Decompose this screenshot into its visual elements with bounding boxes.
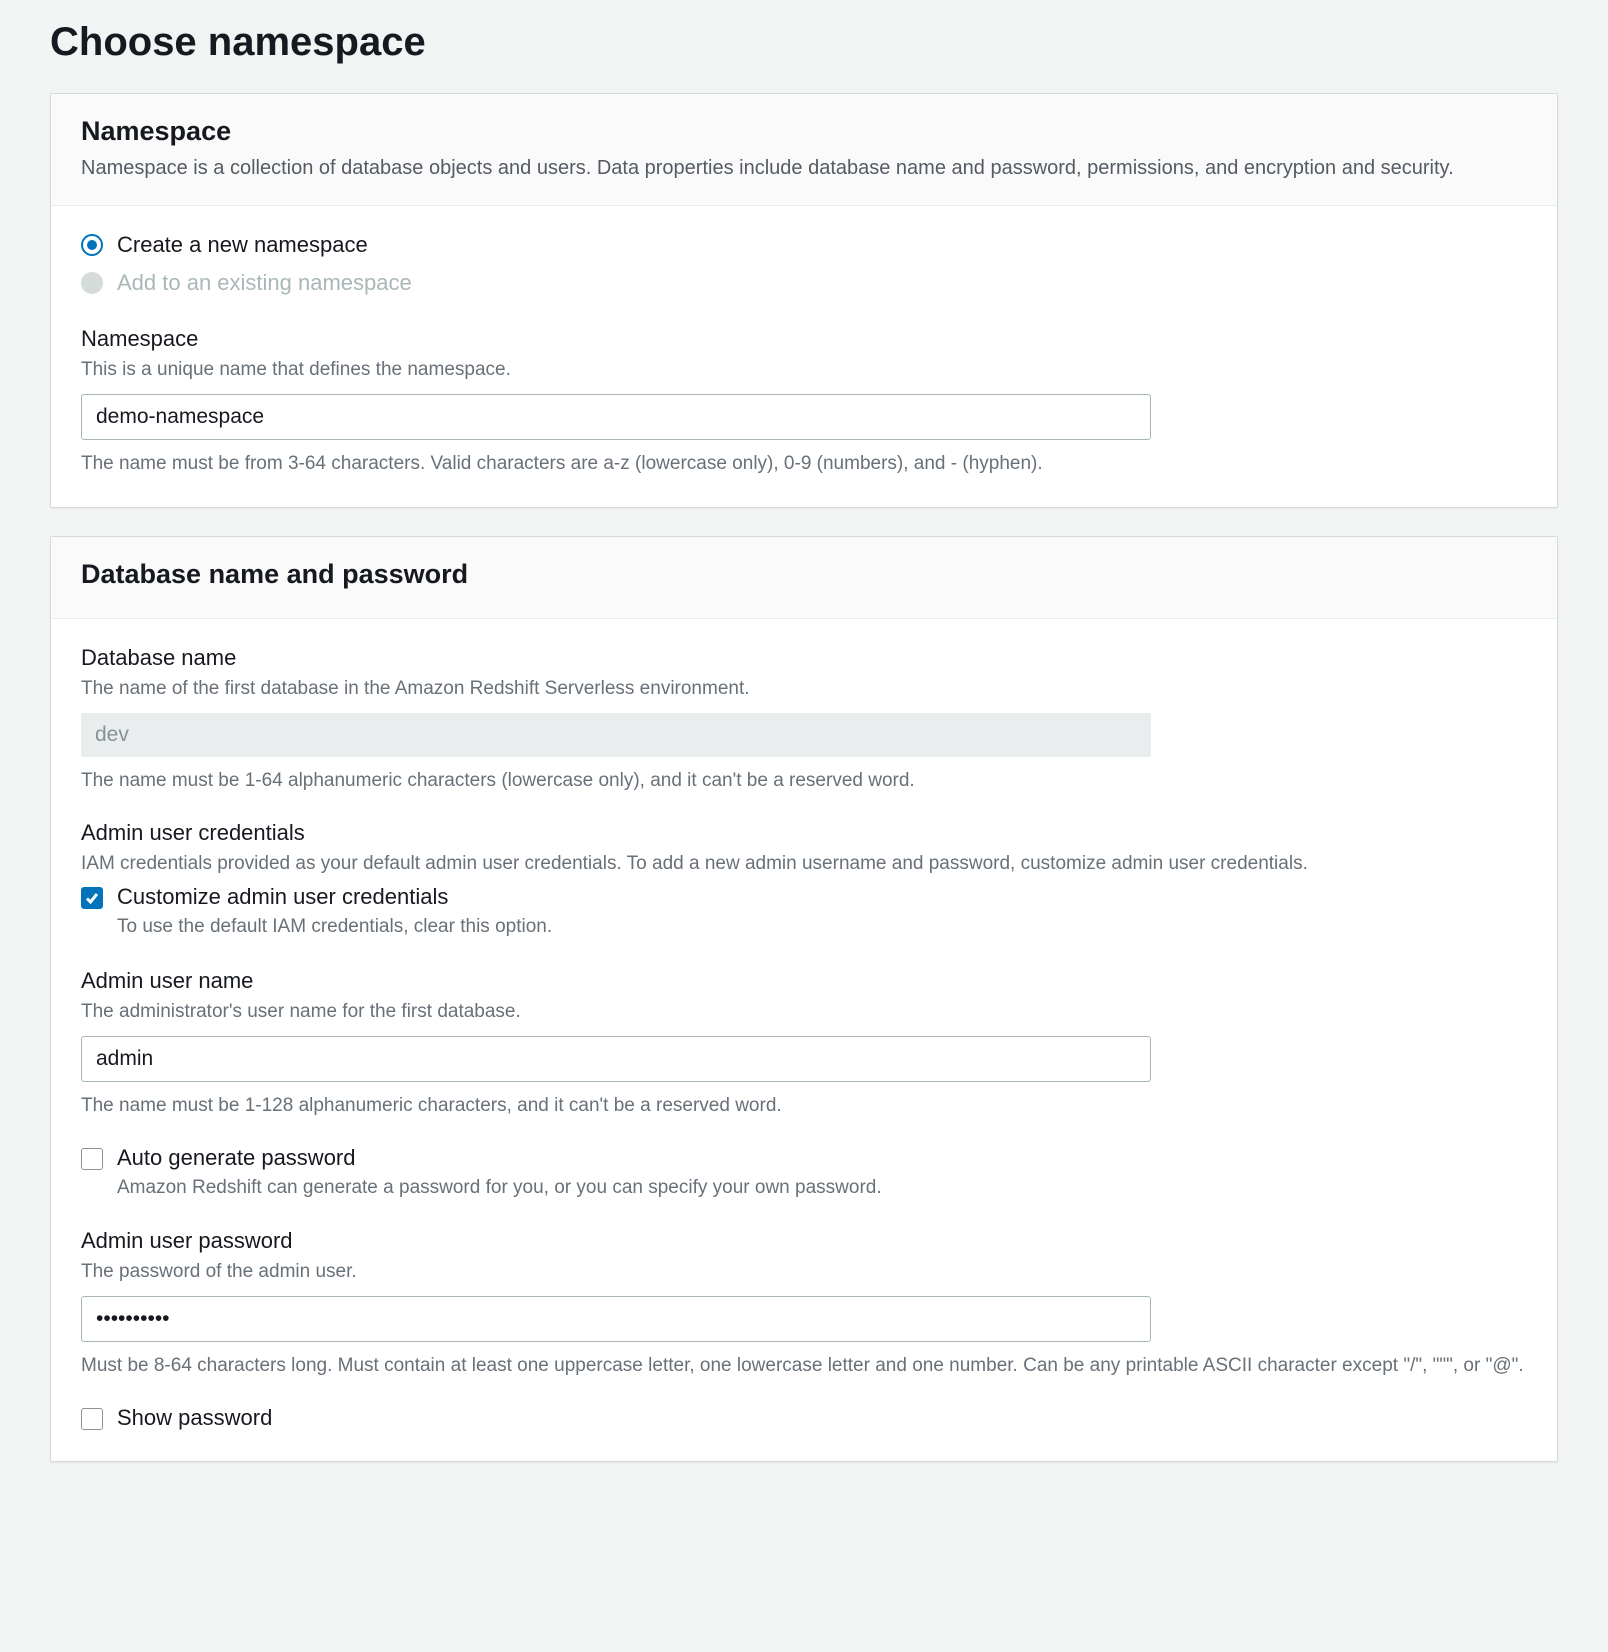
show-pwd-label: Show password	[117, 1405, 1527, 1431]
admin-pwd-field: Admin user password The password of the …	[81, 1228, 1527, 1379]
radio-icon	[81, 234, 103, 256]
admin-user-constraint: The name must be 1-128 alphanumeric char…	[81, 1092, 1527, 1120]
autogen-password-checkbox[interactable]: Auto generate password Amazon Redshift c…	[81, 1145, 1527, 1202]
dbname-constraint: The name must be 1-64 alphanumeric chara…	[81, 767, 1527, 795]
admin-user-input[interactable]	[81, 1036, 1151, 1082]
show-pwd-field: Show password	[81, 1405, 1527, 1431]
radio-create-namespace[interactable]: Create a new namespace	[81, 232, 1527, 258]
radio-add-label: Add to an existing namespace	[117, 270, 412, 296]
namespace-name-field: Namespace This is a unique name that def…	[81, 326, 1527, 477]
database-panel: Database name and password Database name…	[50, 536, 1558, 1462]
checkbox-icon	[81, 1408, 103, 1430]
namespace-title: Namespace	[81, 116, 1527, 147]
autogen-field: Auto generate password Amazon Redshift c…	[81, 1145, 1527, 1202]
namespace-name-constraint: The name must be from 3-64 characters. V…	[81, 450, 1527, 478]
checkbox-icon	[81, 887, 103, 909]
page-title: Choose namespace	[50, 0, 1558, 93]
admin-cred-section: Admin user credentials IAM credentials p…	[81, 820, 1527, 940]
admin-pwd-hint: The password of the admin user.	[81, 1258, 1527, 1286]
namespace-name-hint: This is a unique name that defines the n…	[81, 356, 1527, 384]
radio-add-namespace: Add to an existing namespace	[81, 270, 1527, 296]
namespace-panel: Namespace Namespace is a collection of d…	[50, 93, 1558, 508]
show-password-checkbox[interactable]: Show password	[81, 1405, 1527, 1431]
admin-pwd-constraint: Must be 8-64 characters long. Must conta…	[81, 1352, 1527, 1380]
radio-create-label: Create a new namespace	[117, 232, 368, 258]
dbname-label: Database name	[81, 645, 1527, 671]
admin-pwd-input[interactable]	[81, 1296, 1151, 1342]
admin-user-hint: The administrator's user name for the fi…	[81, 998, 1527, 1026]
db-title: Database name and password	[81, 559, 1527, 590]
namespace-panel-header: Namespace Namespace is a collection of d…	[51, 94, 1557, 206]
checkbox-icon	[81, 1148, 103, 1170]
admin-user-field: Admin user name The administrator's user…	[81, 968, 1527, 1119]
radio-icon	[81, 272, 103, 294]
admin-user-label: Admin user name	[81, 968, 1527, 994]
dbname-hint: The name of the first database in the Am…	[81, 675, 1527, 703]
namespace-name-label: Namespace	[81, 326, 1527, 352]
customize-credentials-checkbox[interactable]: Customize admin user credentials To use …	[81, 884, 1527, 941]
namespace-subtitle: Namespace is a collection of database ob…	[81, 153, 1527, 183]
admin-cred-hint: IAM credentials provided as your default…	[81, 850, 1527, 878]
admin-pwd-label: Admin user password	[81, 1228, 1527, 1254]
autogen-label: Auto generate password	[117, 1145, 1527, 1171]
dbname-input: dev	[81, 713, 1151, 757]
dbname-field: Database name The name of the first data…	[81, 645, 1527, 794]
customize-hint: To use the default IAM credentials, clea…	[117, 914, 1527, 941]
namespace-radio-group: Create a new namespace Add to an existin…	[81, 232, 1527, 296]
admin-cred-label: Admin user credentials	[81, 820, 1527, 846]
database-panel-header: Database name and password	[51, 537, 1557, 619]
autogen-hint: Amazon Redshift can generate a password …	[117, 1175, 1527, 1202]
customize-label: Customize admin user credentials	[117, 884, 1527, 910]
namespace-name-input[interactable]	[81, 394, 1151, 440]
